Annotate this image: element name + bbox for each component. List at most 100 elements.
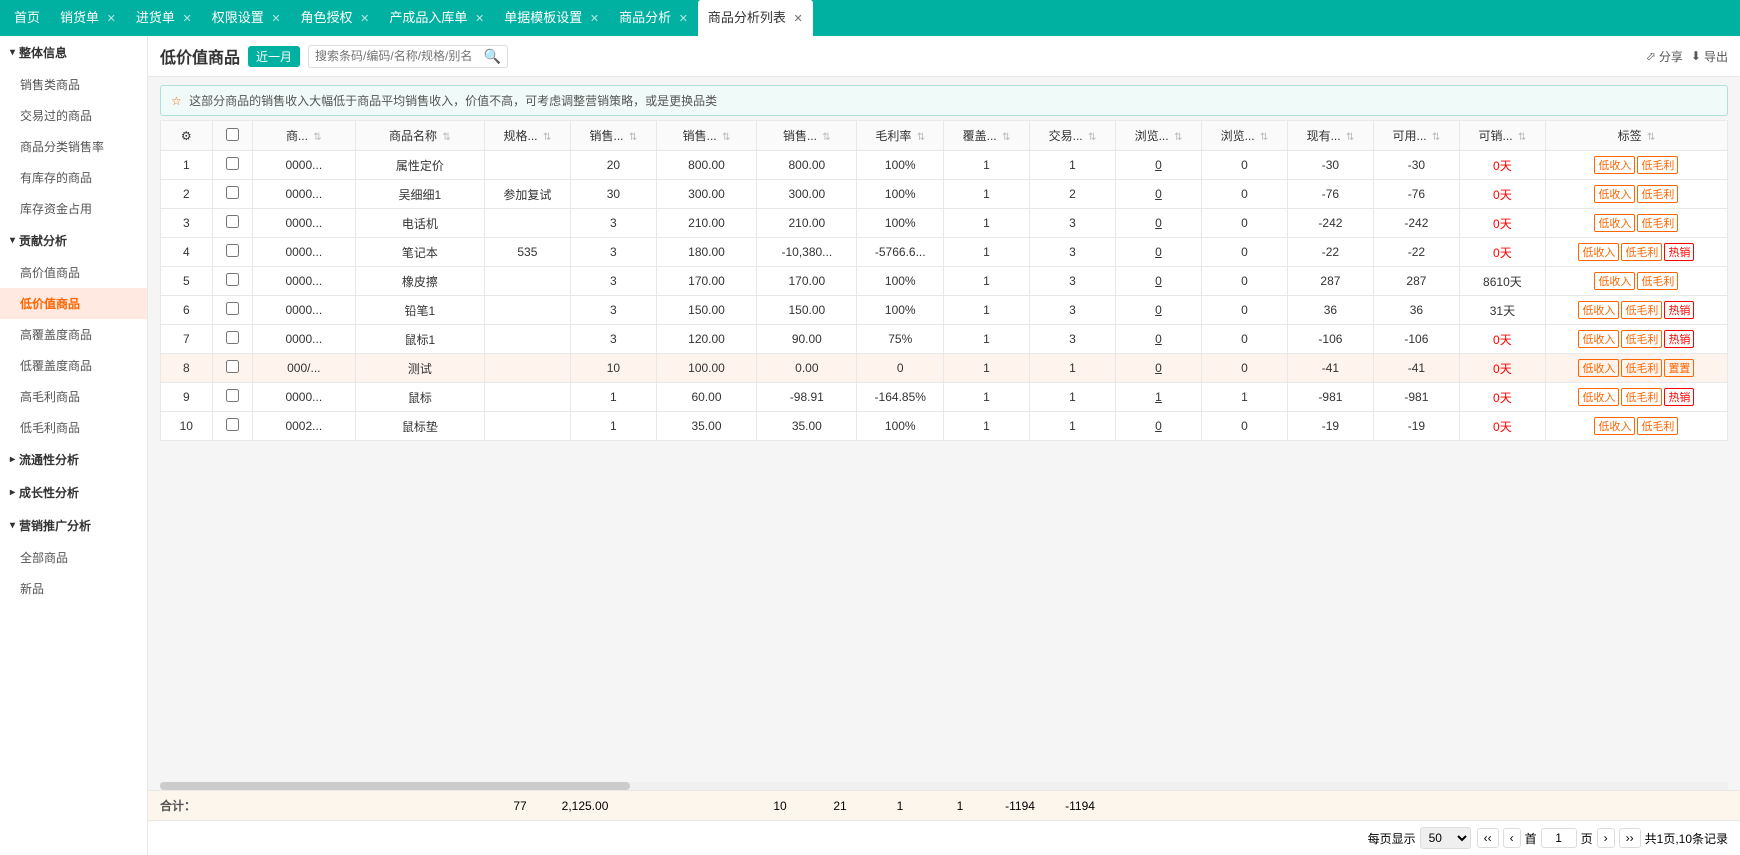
row-check[interactable] (212, 296, 252, 325)
row-browse1[interactable]: 0 (1115, 267, 1201, 296)
nav-role[interactable]: 角色授权 ✕ (291, 0, 380, 36)
page-input[interactable] (1541, 828, 1577, 848)
row-check[interactable] (212, 209, 252, 238)
row-browse1[interactable]: 0 (1115, 151, 1201, 180)
th-settings[interactable]: ⚙ (161, 121, 213, 151)
row-browse1[interactable]: 0 (1115, 180, 1201, 209)
th-browse2[interactable]: 浏览... ⇅ (1201, 121, 1287, 151)
nav-sales[interactable]: 销货单 ✕ (50, 0, 126, 36)
search-input[interactable] (315, 49, 484, 63)
row-checkbox[interactable] (226, 157, 239, 170)
th-spec[interactable]: 规格... ⇅ (484, 121, 570, 151)
row-browse1[interactable]: 0 (1115, 296, 1201, 325)
th-trade[interactable]: 交易... ⇅ (1029, 121, 1115, 151)
row-checkbox[interactable] (226, 360, 239, 373)
share-button[interactable]: ⬀ 分享 (1646, 48, 1683, 65)
close-icon[interactable]: ✕ (182, 13, 191, 25)
row-check[interactable] (212, 238, 252, 267)
sidebar-item-stock-products[interactable]: 有库存的商品 (0, 162, 147, 193)
row-checkbox[interactable] (226, 389, 239, 402)
table-area[interactable]: ⚙ 商... ⇅ 商品名称 ⇅ 规格... ⇅ 销售... ⇅ 销售... ⇅ … (148, 120, 1740, 782)
first-page-button[interactable]: ‹‹ (1477, 828, 1499, 848)
th-stock1[interactable]: 现有... ⇅ (1287, 121, 1373, 151)
time-filter-button[interactable]: 近一月 (248, 46, 300, 67)
browse-link[interactable]: 0 (1155, 419, 1162, 433)
row-checkbox[interactable] (226, 186, 239, 199)
close-icon[interactable]: ✕ (360, 13, 369, 25)
next-page-button[interactable]: › (1597, 828, 1615, 848)
row-check[interactable] (212, 354, 252, 383)
row-browse1[interactable]: 1 (1115, 383, 1201, 412)
sidebar-group-overall[interactable]: ▾ 整体信息 (0, 36, 147, 69)
row-checkbox[interactable] (226, 273, 239, 286)
row-browse1[interactable]: 0 (1115, 412, 1201, 441)
sidebar-item-low-margin[interactable]: 低毛利商品 (0, 412, 147, 443)
sidebar-item-low-coverage[interactable]: 低覆盖度商品 (0, 350, 147, 381)
th-stock3[interactable]: 可销... ⇅ (1459, 121, 1545, 151)
nav-template[interactable]: 单据模板设置 ✕ (494, 0, 609, 36)
nav-analysis[interactable]: 商品分析 ✕ (609, 0, 698, 36)
scrollbar-thumb[interactable] (160, 782, 630, 790)
row-checkbox[interactable] (226, 331, 239, 344)
nav-permission[interactable]: 权限设置 ✕ (202, 0, 291, 36)
close-icon[interactable]: ✕ (590, 13, 599, 25)
th-tag[interactable]: 标签 ⇅ (1545, 121, 1727, 151)
browse-link[interactable]: 0 (1155, 216, 1162, 230)
row-check[interactable] (212, 180, 252, 209)
sidebar-group-marketing[interactable]: ▾ 营销推广分析 (0, 509, 147, 542)
row-check[interactable] (212, 151, 252, 180)
export-button[interactable]: ⬇ 导出 (1691, 48, 1728, 65)
row-check[interactable] (212, 325, 252, 354)
th-sale1[interactable]: 销售... ⇅ (570, 121, 656, 151)
close-icon[interactable]: ✕ (794, 13, 803, 25)
browse-link[interactable]: 1 (1155, 390, 1162, 404)
close-icon[interactable]: ✕ (271, 13, 280, 25)
th-gross[interactable]: 毛利率 ⇅ (857, 121, 944, 151)
select-all-checkbox[interactable] (226, 128, 239, 141)
close-icon[interactable]: ✕ (107, 13, 116, 25)
browse-link[interactable]: 0 (1155, 187, 1162, 201)
per-page-select[interactable]: 50 10 20 100 (1420, 827, 1471, 849)
row-checkbox[interactable] (226, 302, 239, 315)
row-check[interactable] (212, 412, 252, 441)
th-check[interactable] (212, 121, 252, 151)
th-sale3[interactable]: 销售... ⇅ (757, 121, 857, 151)
th-sale2[interactable]: 销售... ⇅ (656, 121, 756, 151)
nav-home[interactable]: 首页 (4, 0, 50, 36)
row-browse1[interactable]: 0 (1115, 238, 1201, 267)
close-icon[interactable]: ✕ (679, 13, 688, 25)
sidebar-item-high-margin[interactable]: 高毛利商品 (0, 381, 147, 412)
sidebar-item-all-products[interactable]: 全部商品 (0, 542, 147, 573)
row-browse1[interactable]: 0 (1115, 354, 1201, 383)
prev-page-button[interactable]: ‹ (1503, 828, 1521, 848)
th-cover[interactable]: 覆盖... ⇅ (944, 121, 1030, 151)
row-check[interactable] (212, 267, 252, 296)
horizontal-scrollbar[interactable] (160, 782, 1728, 790)
browse-link[interactable]: 0 (1155, 303, 1162, 317)
sidebar-item-category-rate[interactable]: 商品分类销售率 (0, 131, 147, 162)
sidebar-item-sales-products[interactable]: 销售类商品 (0, 69, 147, 100)
row-checkbox[interactable] (226, 215, 239, 228)
th-stock2[interactable]: 可用... ⇅ (1373, 121, 1459, 151)
sidebar-group-growth[interactable]: ▸ 成长性分析 (0, 476, 147, 509)
sidebar-item-high-coverage[interactable]: 高覆盖度商品 (0, 319, 147, 350)
th-browse1[interactable]: 浏览... ⇅ (1115, 121, 1201, 151)
browse-link[interactable]: 0 (1155, 158, 1162, 172)
sidebar-item-stock-funds[interactable]: 库存资金占用 (0, 193, 147, 224)
sidebar-group-flow[interactable]: ▸ 流通性分析 (0, 443, 147, 476)
close-icon[interactable]: ✕ (475, 13, 484, 25)
sidebar-group-contribution[interactable]: ▾ 贡献分析 (0, 224, 147, 257)
last-page-button[interactable]: ›› (1619, 828, 1641, 848)
nav-analysis-list[interactable]: 商品分析列表 ✕ (698, 0, 813, 36)
browse-link[interactable]: 0 (1155, 361, 1162, 375)
nav-purchase[interactable]: 进货单 ✕ (126, 0, 202, 36)
nav-stock[interactable]: 产成品入库单 ✕ (379, 0, 494, 36)
browse-link[interactable]: 0 (1155, 274, 1162, 288)
sidebar-item-high-value[interactable]: 高价值商品 (0, 257, 147, 288)
th-code[interactable]: 商... ⇅ (252, 121, 355, 151)
row-browse1[interactable]: 0 (1115, 325, 1201, 354)
row-check[interactable] (212, 383, 252, 412)
browse-link[interactable]: 0 (1155, 332, 1162, 346)
search-icon[interactable]: 🔍 (484, 48, 501, 65)
sidebar-item-low-value[interactable]: 低价值商品 (0, 288, 147, 319)
